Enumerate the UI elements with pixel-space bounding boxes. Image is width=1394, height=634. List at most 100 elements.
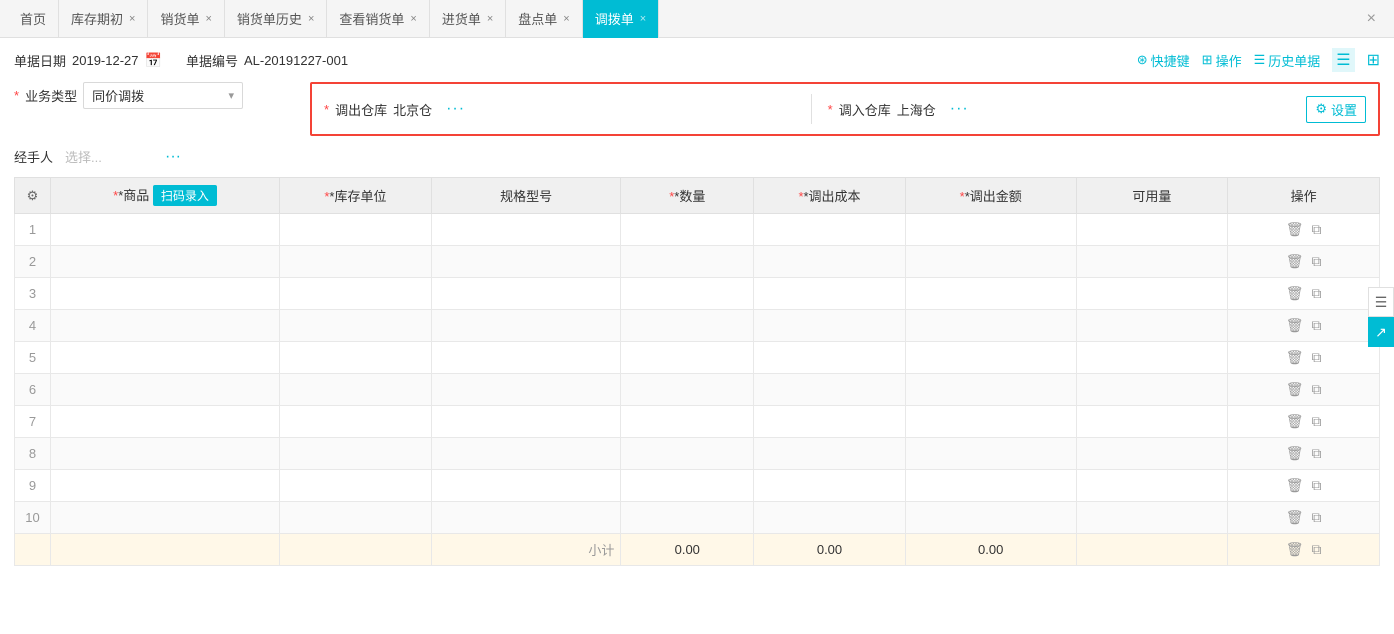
close-tab-inventory-init[interactable]: × <box>129 13 135 25</box>
copy-row-icon[interactable]: ⧉ <box>1312 509 1322 526</box>
shortcut-action[interactable]: ⊛ 快捷键 <box>1137 51 1190 70</box>
spec-cell[interactable] <box>431 278 621 310</box>
spec-cell[interactable] <box>431 310 621 342</box>
amount-cell[interactable] <box>905 406 1076 438</box>
copy-row-icon[interactable]: ⧉ <box>1312 381 1322 398</box>
delete-row-icon[interactable]: 🗑 <box>1286 445 1304 462</box>
cost-cell[interactable] <box>754 214 906 246</box>
qty-cell[interactable] <box>621 374 754 406</box>
calendar-icon[interactable]: 📅 <box>145 52 162 69</box>
delete-row-icon[interactable]: 🗑 <box>1286 285 1304 302</box>
close-tab-sales-order[interactable]: × <box>205 13 211 25</box>
cost-cell[interactable] <box>754 502 906 534</box>
cost-cell[interactable] <box>754 310 906 342</box>
tab-view-sales[interactable]: 查看销货单 × <box>327 0 429 38</box>
product-cell[interactable] <box>51 278 280 310</box>
spec-cell[interactable] <box>431 438 621 470</box>
right-panel-export-btn[interactable]: ↗ <box>1368 317 1394 347</box>
delete-row-icon[interactable]: 🗑 <box>1286 349 1304 366</box>
cost-cell[interactable] <box>754 246 906 278</box>
cost-cell[interactable] <box>754 278 906 310</box>
tab-transfer[interactable]: 调拨单 × <box>583 0 659 38</box>
table-settings-icon[interactable]: ⚙ <box>27 188 39 203</box>
copy-row-icon[interactable]: ⧉ <box>1312 253 1322 270</box>
qty-cell[interactable] <box>621 502 754 534</box>
spec-cell[interactable] <box>431 406 621 438</box>
unit-cell[interactable] <box>280 406 432 438</box>
spec-cell[interactable] <box>431 502 621 534</box>
operations-action[interactable]: ⊞ 操作 <box>1202 51 1242 70</box>
unit-cell[interactable] <box>280 278 432 310</box>
qty-cell[interactable] <box>621 406 754 438</box>
tab-stocktake[interactable]: 盘点单 × <box>506 0 582 38</box>
delete-row-icon[interactable]: 🗑 <box>1286 477 1304 494</box>
product-cell[interactable] <box>51 310 280 342</box>
unit-cell[interactable] <box>280 246 432 278</box>
qty-cell[interactable] <box>621 278 754 310</box>
amount-cell[interactable] <box>905 214 1076 246</box>
close-tab-transfer[interactable]: × <box>640 13 646 25</box>
tab-purchase-order[interactable]: 进货单 × <box>430 0 506 38</box>
spec-cell[interactable] <box>431 246 621 278</box>
unit-cell[interactable] <box>280 438 432 470</box>
qty-cell[interactable] <box>621 214 754 246</box>
copy-row-icon[interactable]: ⧉ <box>1312 541 1322 558</box>
product-cell[interactable] <box>51 342 280 374</box>
amount-cell[interactable] <box>905 342 1076 374</box>
layout-grid-icon[interactable]: ⊞ <box>1367 50 1380 70</box>
delete-row-icon[interactable]: 🗑 <box>1286 413 1304 430</box>
product-cell[interactable] <box>51 214 280 246</box>
delete-row-icon[interactable]: 🗑 <box>1286 381 1304 398</box>
delete-row-icon[interactable]: 🗑 <box>1286 253 1304 270</box>
product-cell[interactable] <box>51 502 280 534</box>
layout-list-icon[interactable]: ☰ <box>1332 48 1354 72</box>
tab-sales-history[interactable]: 销货单历史 × <box>225 0 327 38</box>
close-tab-purchase-order[interactable]: × <box>487 13 493 25</box>
product-cell[interactable] <box>51 246 280 278</box>
cost-cell[interactable] <box>754 342 906 374</box>
product-cell[interactable] <box>51 438 280 470</box>
amount-cell[interactable] <box>905 278 1076 310</box>
tab-sales-order[interactable]: 销货单 × <box>148 0 224 38</box>
business-type-select[interactable]: 同价调拨 ▾ <box>83 82 243 109</box>
warehouse-out-dots[interactable]: ··· <box>446 100 465 118</box>
delete-row-icon[interactable]: 🗑 <box>1286 509 1304 526</box>
product-cell[interactable] <box>51 374 280 406</box>
history-action[interactable]: ☰ 历史单据 <box>1254 51 1321 70</box>
unit-cell[interactable] <box>280 214 432 246</box>
cost-cell[interactable] <box>754 470 906 502</box>
qty-cell[interactable] <box>621 470 754 502</box>
handler-dots[interactable]: ··· <box>165 148 181 166</box>
copy-row-icon[interactable]: ⧉ <box>1312 445 1322 462</box>
copy-row-icon[interactable]: ⧉ <box>1312 285 1322 302</box>
settings-button[interactable]: ⚙ 设置 <box>1306 96 1366 123</box>
copy-row-icon[interactable]: ⧉ <box>1312 349 1322 366</box>
unit-cell[interactable] <box>280 374 432 406</box>
qty-cell[interactable] <box>621 246 754 278</box>
unit-cell[interactable] <box>280 310 432 342</box>
copy-row-icon[interactable]: ⧉ <box>1312 317 1322 334</box>
spec-cell[interactable] <box>431 470 621 502</box>
close-tab-stocktake[interactable]: × <box>563 13 569 25</box>
delete-row-icon[interactable]: 🗑 <box>1286 221 1304 238</box>
cost-cell[interactable] <box>754 438 906 470</box>
cost-cell[interactable] <box>754 374 906 406</box>
warehouse-in-dots[interactable]: ··· <box>950 100 969 118</box>
cost-cell[interactable] <box>754 406 906 438</box>
right-panel-list-btn[interactable]: ☰ <box>1368 287 1394 317</box>
qty-cell[interactable] <box>621 310 754 342</box>
amount-cell[interactable] <box>905 470 1076 502</box>
spec-cell[interactable] <box>431 342 621 374</box>
amount-cell[interactable] <box>905 502 1076 534</box>
tab-inventory-init[interactable]: 库存期初 × <box>59 0 148 38</box>
amount-cell[interactable] <box>905 246 1076 278</box>
close-tab-view-sales[interactable]: × <box>410 13 416 25</box>
unit-cell[interactable] <box>280 342 432 374</box>
handler-select[interactable]: 选择... <box>59 144 159 169</box>
amount-cell[interactable] <box>905 374 1076 406</box>
unit-cell[interactable] <box>280 470 432 502</box>
close-tab-sales-history[interactable]: × <box>308 13 314 25</box>
delete-row-icon[interactable]: 🗑 <box>1286 541 1304 558</box>
copy-row-icon[interactable]: ⧉ <box>1312 413 1322 430</box>
qty-cell[interactable] <box>621 342 754 374</box>
